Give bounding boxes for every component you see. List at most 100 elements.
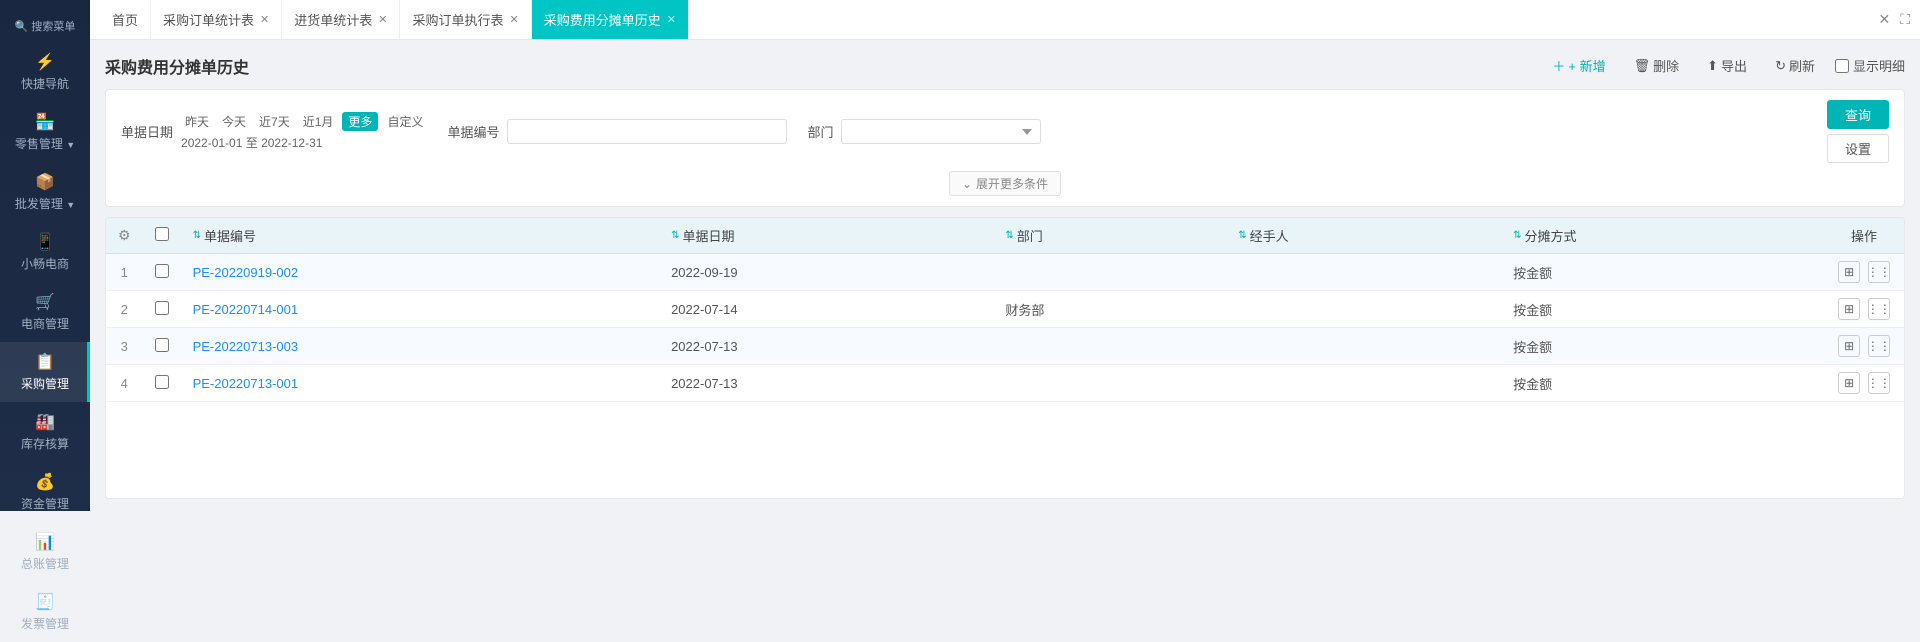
dept-select[interactable]: 财务部	[841, 119, 1041, 144]
refresh-button[interactable]: ↻ 刷新	[1767, 52, 1823, 79]
tab-close-order-exec[interactable]: ✕	[510, 13, 519, 26]
wholesale-icon: 📦	[0, 172, 90, 192]
date-shortcut-7days[interactable]: 近7天	[255, 112, 294, 131]
refresh-icon: ↻	[1775, 58, 1786, 74]
invoice-icon: 🧾	[0, 592, 90, 612]
show-cols-toggle[interactable]: 显示明细	[1835, 56, 1905, 75]
expand-more-button[interactable]: ⌄ 展开更多条件	[949, 171, 1061, 196]
miniapp-icon: 📱	[0, 232, 90, 252]
row-dept-1	[993, 254, 1226, 291]
row-more-icon-1[interactable]: ⋮⋮	[1868, 261, 1890, 283]
row-ops-2: ⊞ ⋮⋮	[1824, 291, 1904, 328]
sidebar-item-inventory[interactable]: 🏭 库存核算	[0, 402, 90, 462]
col-settings-header[interactable]: ⚙	[106, 218, 143, 254]
tab-close-cost-split[interactable]: ✕	[667, 13, 676, 26]
col-doc-no-header[interactable]: ⇅ 单据编号	[181, 218, 660, 254]
table-row: 2 PE-20220714-001 2022-07-14 财务部 按金额 ⊞ ⋮…	[106, 291, 1904, 328]
date-shortcut-1month[interactable]: 近1月	[299, 112, 338, 131]
select-all-checkbox[interactable]	[155, 227, 169, 241]
date-shortcut-more[interactable]: 更多	[342, 112, 378, 131]
tab-inbound-stats[interactable]: 进货单统计表 ✕	[282, 0, 400, 39]
tab-purchase-order-stats[interactable]: 采购订单统计表 ✕	[151, 0, 282, 39]
sidebar-item-retail[interactable]: 🏪 零售管理 ▼	[0, 102, 90, 162]
row-ops-3: ⊞ ⋮⋮	[1824, 328, 1904, 365]
row-more-icon-2[interactable]: ⋮⋮	[1868, 298, 1890, 320]
window-close-icon[interactable]: ✕	[1878, 11, 1890, 28]
sidebar-item-finance[interactable]: 💰 资金管理	[0, 462, 90, 522]
search-icon: 🔍	[15, 21, 29, 33]
sort-arrow-doc-no: ⇅	[193, 230, 201, 241]
row-doc-no-link-4[interactable]: PE-20220713-001	[193, 376, 299, 391]
doc-no-input[interactable]	[507, 119, 787, 144]
retail-icon: 🏪	[0, 112, 90, 132]
tab-order-exec[interactable]: 采购订单执行表 ✕	[400, 0, 531, 39]
row-handler-4	[1226, 365, 1501, 402]
sidebar-item-quicknav[interactable]: ⚡ 快捷导航	[0, 42, 90, 102]
search-bar: 单据日期 昨天 今天 近7天 近1月 更多 自定义 2022-01-01 至 2…	[105, 89, 1905, 207]
row-doc-no-link-3[interactable]: PE-20220713-003	[193, 339, 299, 354]
col-split-method-header[interactable]: ⇅ 分摊方式	[1501, 218, 1824, 254]
delete-button[interactable]: 🗑 删除	[1626, 52, 1688, 79]
date-shortcuts-group: 昨天 今天 近7天 近1月 更多 自定义 2022-01-01 至 2022-1…	[181, 112, 427, 151]
show-cols-checkbox[interactable]	[1835, 59, 1849, 73]
tab-close-inbound-stats[interactable]: ✕	[378, 13, 387, 26]
row-edit-icon-3[interactable]: ⊞	[1838, 335, 1860, 357]
row-check-2	[143, 291, 181, 328]
sidebar-item-purchase[interactable]: 📋 采购管理	[0, 342, 90, 402]
export-button[interactable]: ⬆ 导出	[1699, 52, 1755, 79]
row-checkbox-1[interactable]	[155, 264, 169, 278]
row-doc-no-4: PE-20220713-001	[181, 365, 660, 402]
records-table: ⚙ ⇅ 单据编号 ⇅	[106, 218, 1904, 402]
search-settings-button[interactable]: 设置	[1827, 134, 1889, 163]
tab-close-purchase-order-stats[interactable]: ✕	[260, 13, 269, 26]
row-split-method-3: 按金额	[1501, 328, 1824, 365]
row-dept-2: 财务部	[993, 291, 1226, 328]
main-area: 首页 采购订单统计表 ✕ 进货单统计表 ✕ 采购订单执行表 ✕ 采购费用分摊单历…	[90, 0, 1920, 511]
row-checkbox-2[interactable]	[155, 301, 169, 315]
search-button[interactable]: 查询	[1827, 100, 1889, 129]
row-dept-4	[993, 365, 1226, 402]
row-edit-icon-1[interactable]: ⊞	[1838, 261, 1860, 283]
col-handler-header[interactable]: ⇅ 经手人	[1226, 218, 1501, 254]
row-edit-icon-2[interactable]: ⊞	[1838, 298, 1860, 320]
window-maximize-icon[interactable]: ⛶	[1900, 11, 1910, 28]
sidebar-item-search[interactable]: 🔍 搜索菜单	[0, 10, 90, 42]
date-shortcut-today[interactable]: 今天	[218, 112, 250, 131]
col-dept-header[interactable]: ⇅ 部门	[993, 218, 1226, 254]
row-split-method-2: 按金额	[1501, 291, 1824, 328]
tab-bar: 首页 采购订单统计表 ✕ 进货单统计表 ✕ 采购订单执行表 ✕ 采购费用分摊单历…	[90, 0, 1920, 40]
row-edit-icon-4[interactable]: ⊞	[1838, 372, 1860, 394]
row-doc-no-link-2[interactable]: PE-20220714-001	[193, 302, 299, 317]
row-more-icon-3[interactable]: ⋮⋮	[1868, 335, 1890, 357]
col-ops-header: 操作	[1824, 218, 1904, 254]
row-num-3: 3	[106, 328, 143, 365]
sidebar-item-wholesale[interactable]: 📦 批发管理 ▼	[0, 162, 90, 222]
ecom-icon: 🛒	[0, 292, 90, 312]
tab-home[interactable]: 首页	[100, 0, 151, 39]
page-header: 采购费用分摊单历史 ＋ + 新增 🗑 删除 ⬆ 导出 ↻ 刷新	[105, 52, 1905, 79]
doc-no-field: 单据编号	[447, 119, 787, 144]
row-checkbox-3[interactable]	[155, 338, 169, 352]
sidebar-item-invoice[interactable]: 🧾 发票管理	[0, 582, 90, 642]
row-checkbox-4[interactable]	[155, 375, 169, 389]
row-dept-3	[993, 328, 1226, 365]
sidebar-item-ledger[interactable]: 📊 总账管理	[0, 522, 90, 582]
col-check-header	[143, 218, 181, 254]
sidebar-item-ecom[interactable]: 🛒 电商管理	[0, 282, 90, 342]
chevron-down-icon2: ▼	[66, 200, 75, 210]
row-num-2: 2	[106, 291, 143, 328]
date-label: 单据日期	[121, 122, 173, 141]
sort-arrow-dept: ⇅	[1005, 230, 1013, 241]
row-more-icon-4[interactable]: ⋮⋮	[1868, 372, 1890, 394]
delete-icon: 🗑	[1634, 58, 1651, 74]
add-button[interactable]: ＋ + 新增	[1544, 52, 1613, 79]
row-doc-no-link-1[interactable]: PE-20220919-002	[193, 265, 299, 280]
tab-cost-split[interactable]: 采购费用分摊单历史 ✕	[532, 0, 689, 39]
row-num-4: 4	[106, 365, 143, 402]
col-doc-date-header[interactable]: ⇅ 单据日期	[659, 218, 993, 254]
table-row: 3 PE-20220713-003 2022-07-13 按金额 ⊞ ⋮⋮	[106, 328, 1904, 365]
date-shortcut-yesterday[interactable]: 昨天	[181, 112, 213, 131]
date-shortcut-custom[interactable]: 自定义	[383, 112, 427, 131]
data-table: ⚙ ⇅ 单据编号 ⇅	[105, 217, 1905, 499]
sidebar-item-miniapp[interactable]: 📱 小畅电商	[0, 222, 90, 282]
